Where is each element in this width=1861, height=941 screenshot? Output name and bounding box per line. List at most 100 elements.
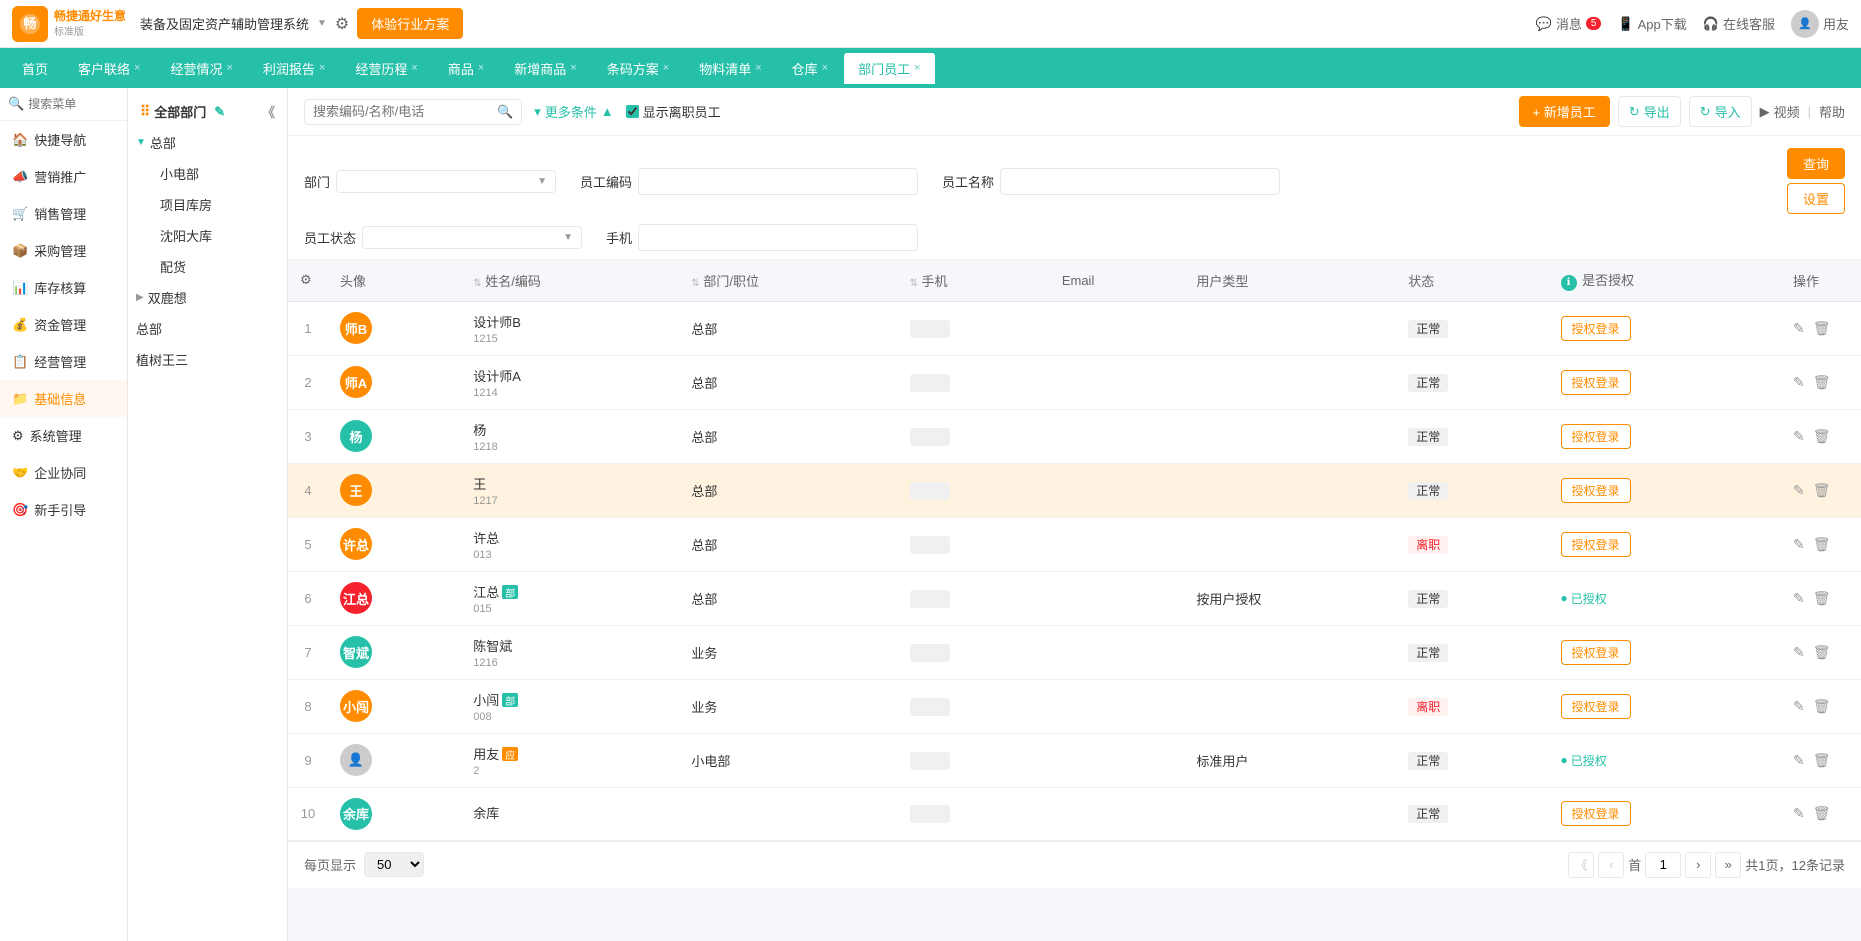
tab-new-goods[interactable]: 新增商品× [500,53,590,84]
dept-select[interactable]: ▼ [336,170,556,193]
tab-profit[interactable]: 利润报告× [249,53,339,84]
sort-phone-icon[interactable]: ⇅ [910,278,918,289]
more-filter-button[interactable]: ▾ 更多条件 ▲ [534,102,613,121]
edit-button[interactable]: ✎ [1793,805,1805,822]
auth-login-button[interactable]: 授权登录 [1561,370,1631,395]
app-download-button[interactable]: 📱 App下载 [1617,14,1686,33]
dept-collapse-icon[interactable]: 《 [262,102,275,121]
tab-dept-staff-close[interactable]: × [914,62,920,74]
dept-item-xiangmu[interactable]: 项目库房 [136,189,287,220]
auth-login-button[interactable]: 授权登录 [1561,694,1631,719]
delete-button[interactable]: 🗑 [1813,698,1831,715]
tab-warehouse-close[interactable]: × [822,62,828,74]
sidebar-item-quicknav[interactable]: 🏠 快捷导航 [0,121,127,158]
sort-dept-icon[interactable]: ⇅ [691,278,699,289]
edit-button[interactable]: ✎ [1793,428,1805,445]
tab-profit-close[interactable]: × [319,62,325,74]
sidebar-item-manage[interactable]: 📋 经营管理 [0,343,127,380]
tab-new-goods-close[interactable]: × [570,62,576,74]
next-page-button[interactable]: › [1685,852,1711,878]
sidebar-item-marketing[interactable]: 📣 营销推广 [0,158,127,195]
dept-item-xiaodian[interactable]: 小电部 [136,158,287,189]
auth-login-button[interactable]: 授权登录 [1561,640,1631,665]
tab-customer[interactable]: 客户联络× [64,53,154,84]
prev-page-button[interactable]: ‹ [1598,852,1624,878]
search-input[interactable] [313,104,493,119]
delete-button[interactable]: 🗑 [1813,536,1831,553]
edit-button[interactable]: ✎ [1793,374,1805,391]
gear-button[interactable]: ⚙ [335,14,349,34]
auth-login-button[interactable]: 授权登录 [1561,424,1631,449]
sidebar-item-guide[interactable]: 🎯 新手引导 [0,491,127,528]
auth-login-button[interactable]: 授权登录 [1561,316,1631,341]
per-page-select[interactable]: 50 100 [364,852,424,877]
help-button[interactable]: 帮助 [1819,102,1845,121]
sidebar-item-system[interactable]: ⚙ 系统管理 [0,417,127,454]
export-button[interactable]: ↻ 导出 [1618,96,1681,127]
message-button[interactable]: 💬 消息 5 [1536,14,1602,33]
edit-button[interactable]: ✎ [1793,644,1805,661]
delete-button[interactable]: 🗑 [1813,644,1831,661]
auth-login-button[interactable]: 授权登录 [1561,801,1631,826]
delete-button[interactable]: 🗑 [1813,320,1831,337]
emp-status-select[interactable]: ▼ [362,226,582,249]
emp-name-input[interactable] [1000,168,1280,195]
tab-barcode[interactable]: 条码方案× [593,53,683,84]
tab-history[interactable]: 经营历程× [341,53,431,84]
sidebar-search-wrap[interactable]: 🔍 [0,88,127,121]
last-page-button[interactable]: » [1715,852,1741,878]
delete-button[interactable]: 🗑 [1813,752,1831,769]
delete-button[interactable]: 🗑 [1813,482,1831,499]
phone-input[interactable] [638,224,918,251]
tab-home[interactable]: 首页 [8,53,62,84]
add-employee-button[interactable]: + 新增员工 [1519,96,1610,127]
user-menu[interactable]: 👤 用友 [1791,10,1849,38]
sidebar-item-purchase[interactable]: 📦 采购管理 [0,232,127,269]
sidebar-item-finance[interactable]: 💰 资金管理 [0,306,127,343]
trial-button[interactable]: 体验行业方案 [357,8,463,39]
delete-button[interactable]: 🗑 [1813,590,1831,607]
tab-history-close[interactable]: × [411,62,417,74]
sidebar-search-input[interactable] [28,97,119,111]
dept-item-shenyang[interactable]: 沈阳大库 [136,220,287,251]
delete-button[interactable]: 🗑 [1813,428,1831,445]
video-button[interactable]: ▶ 视频 [1760,102,1800,121]
delete-button[interactable]: 🗑 [1813,374,1831,391]
edit-button[interactable]: ✎ [1793,536,1805,553]
tab-warehouse[interactable]: 仓库× [778,53,842,84]
import-button[interactable]: ↻ 导入 [1689,96,1752,127]
emp-code-input[interactable] [638,168,918,195]
dept-item-zongbu2[interactable]: 总部 [128,313,287,344]
edit-button[interactable]: ✎ [1793,320,1805,337]
tab-business[interactable]: 经营情况× [156,53,246,84]
edit-button[interactable]: ✎ [1793,752,1805,769]
sidebar-item-sales[interactable]: 🛒 销售管理 [0,195,127,232]
sidebar-item-inventory[interactable]: 📊 库存核算 [0,269,127,306]
tab-customer-close[interactable]: × [134,62,140,74]
tab-dept-staff[interactable]: 部门员工× [844,53,934,84]
edit-button[interactable]: ✎ [1793,590,1805,607]
show-resigned-checkbox[interactable] [626,105,639,118]
tab-goods[interactable]: 商品× [434,53,498,84]
settings-icon[interactable]: ⚙ [300,272,312,287]
tab-barcode-close[interactable]: × [663,62,669,74]
dept-item-shuanglu[interactable]: ▶ 双鹿想 [128,282,287,313]
sidebar-item-base[interactable]: 📁 基础信息 [0,380,127,417]
search-button[interactable]: 查询 [1787,148,1845,179]
dept-item-zhishu[interactable]: 植树王三 [128,344,287,375]
edit-button[interactable]: ✎ [1793,482,1805,499]
show-resigned-label[interactable]: 显示离职员工 [626,102,721,121]
dept-item-zongbu-expand[interactable]: ▼ 总部 [128,127,287,158]
system-title-dropdown[interactable]: ▼ [317,18,327,29]
tab-bom-close[interactable]: × [755,62,761,74]
sidebar-item-collab[interactable]: 🤝 企业协同 [0,454,127,491]
auth-login-button[interactable]: 授权登录 [1561,478,1631,503]
sort-name-icon[interactable]: ⇅ [473,278,481,289]
service-button[interactable]: 🎧 在线客服 [1703,14,1775,33]
dept-item-peihuo[interactable]: 配货 [136,251,287,282]
dept-edit-icon[interactable]: ✎ [214,104,225,120]
search-input-wrap[interactable]: 🔍 [304,99,522,125]
delete-button[interactable]: 🗑 [1813,805,1831,822]
page-number-input[interactable] [1645,852,1681,878]
auth-login-button[interactable]: 授权登录 [1561,532,1631,557]
